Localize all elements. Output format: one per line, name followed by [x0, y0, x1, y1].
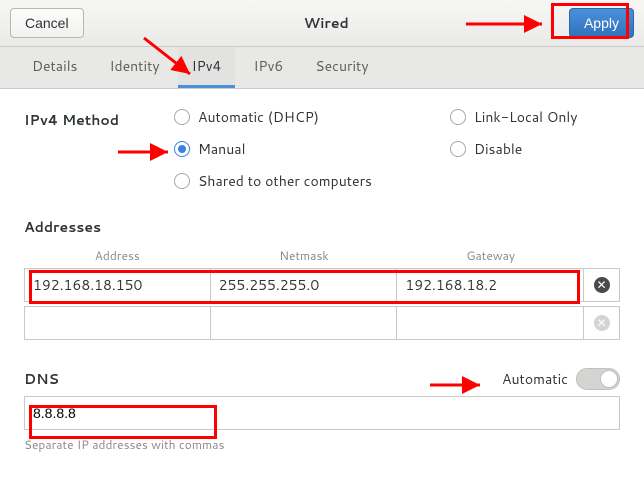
col-header-gateway: Gateway [397, 247, 584, 264]
dns-automatic-toggle[interactable] [576, 368, 620, 390]
radio-label: Automatic (DHCP) [198, 107, 319, 127]
address-input[interactable] [24, 306, 211, 340]
tab-details[interactable]: Details [18, 47, 92, 88]
tab-ipv4[interactable]: IPv4 [178, 47, 236, 88]
radio-disable[interactable]: Disable [450, 139, 620, 159]
tab-security[interactable]: Security [301, 47, 382, 88]
address-row: ✕ [24, 306, 620, 340]
addresses-section: Addresses Address Netmask Gateway 192.16… [24, 217, 620, 340]
dns-section: DNS Automatic Separate IP addresses with… [24, 368, 620, 453]
radio-label: Link-Local Only [474, 107, 578, 127]
dns-title: DNS [24, 369, 59, 389]
dns-input[interactable] [24, 396, 620, 430]
delete-row-button[interactable]: ✕ [584, 306, 620, 340]
titlebar: Cancel Wired Apply [0, 0, 644, 47]
radio-label: Manual [198, 139, 245, 159]
radio-label: Disable [474, 139, 522, 159]
col-header-address: Address [24, 247, 211, 264]
radio-manual[interactable]: Manual [174, 139, 450, 159]
radio-icon [450, 141, 466, 157]
radio-label: Shared to other computers [198, 171, 372, 191]
radio-icon [174, 173, 190, 189]
tab-ipv6[interactable]: IPv6 [239, 47, 297, 88]
apply-button[interactable]: Apply [569, 8, 634, 38]
col-header-netmask: Netmask [211, 247, 398, 264]
gateway-input[interactable]: 192.168.18.2 [397, 268, 584, 302]
radio-automatic-dhcp[interactable]: Automatic (DHCP) [174, 107, 450, 127]
netmask-input[interactable] [211, 306, 398, 340]
addresses-title: Addresses [24, 217, 620, 237]
tab-identity[interactable]: Identity [96, 47, 174, 88]
address-input[interactable]: 192.168.18.150 [24, 268, 211, 302]
cancel-button[interactable]: Cancel [10, 8, 84, 38]
delete-row-button[interactable]: ✕ [584, 268, 620, 302]
radio-link-local[interactable]: Link-Local Only [450, 107, 620, 127]
dns-automatic-label: Automatic [502, 369, 568, 389]
ipv4-method-label: IPv4 Method [24, 107, 174, 130]
radio-icon [174, 141, 190, 157]
tabs: Details Identity IPv4 IPv6 Security [0, 47, 644, 89]
radio-shared[interactable]: Shared to other computers [174, 171, 450, 191]
dns-hint: Separate IP addresses with commas [24, 436, 620, 453]
close-icon: ✕ [594, 277, 610, 293]
radio-icon [450, 109, 466, 125]
close-icon: ✕ [594, 315, 610, 331]
switch-knob-icon [600, 370, 618, 388]
netmask-input[interactable]: 255.255.255.0 [211, 268, 398, 302]
gateway-input[interactable] [397, 306, 584, 340]
window-title: Wired [304, 13, 349, 33]
address-row: 192.168.18.150 255.255.255.0 192.168.18.… [24, 268, 620, 302]
radio-icon [174, 109, 190, 125]
content-area: IPv4 Method Automatic (DHCP) Manual Shar… [0, 89, 644, 503]
